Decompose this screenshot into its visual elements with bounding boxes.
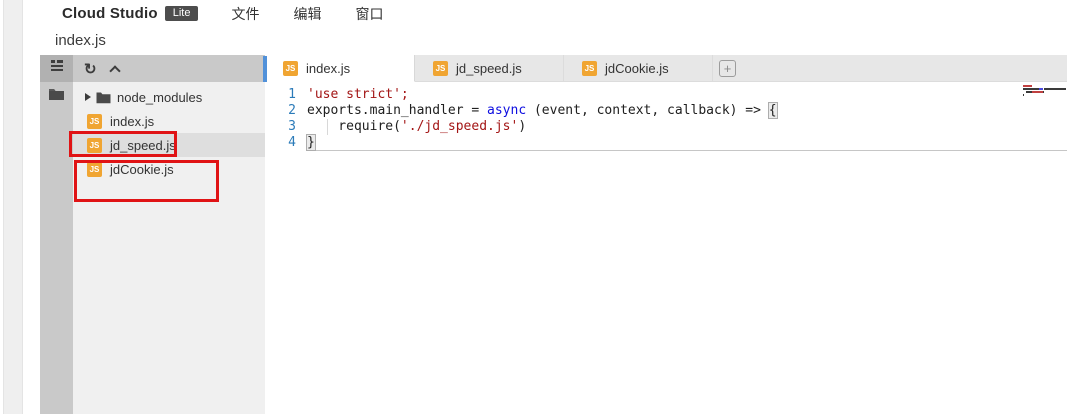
new-tab-cell: +	[713, 55, 759, 82]
new-tab-icon[interactable]: +	[719, 60, 736, 77]
file-explorer-panel: ↻ node_modulesJSindex.jsJSjd_speed.jsJSj…	[73, 55, 265, 414]
line-number: 3	[265, 119, 307, 135]
annotation-box-jdcookie	[74, 160, 219, 202]
lite-badge: Lite	[165, 6, 199, 21]
line-text: exports.main_handler = async (event, con…	[307, 103, 1067, 119]
annotation-box-jd-speed	[69, 131, 177, 157]
tab-jd_speed-js[interactable]: JS jd_speed.js	[415, 55, 564, 82]
code-lines: 1'use strict';2exports.main_handler = as…	[265, 87, 1067, 151]
line-text: }	[307, 135, 1067, 151]
tab-label: jd_speed.js	[456, 61, 522, 76]
line-text: 'use strict';	[307, 87, 1067, 103]
menu-item-0[interactable]: 文件	[231, 4, 259, 24]
tree-item-index-js[interactable]: JS index.js	[73, 109, 265, 133]
window-title-bar: index.js	[40, 27, 1067, 55]
tab-jdCookie-js[interactable]: JS jdCookie.js	[564, 55, 713, 82]
js-file-icon: JS	[582, 61, 597, 76]
menu-item-1[interactable]: 编辑	[293, 4, 321, 24]
tab-index-js[interactable]: JS index.js	[265, 55, 415, 82]
code-line-3: 3 require('./jd_speed.js')	[265, 119, 1067, 135]
folder-icon	[96, 91, 111, 104]
active-tab-indicator	[263, 56, 267, 82]
refresh-icon[interactable]: ↻	[84, 60, 97, 78]
folder-icon	[48, 87, 65, 106]
tree-view-icon	[49, 58, 65, 79]
menu-item-2[interactable]: 窗口	[355, 4, 383, 24]
code-editor[interactable]: 1'use strict';2exports.main_handler = as…	[265, 82, 1067, 414]
app-brand: Cloud Studio	[62, 5, 158, 22]
tab-label: index.js	[306, 61, 350, 76]
minimap-line	[1023, 85, 1065, 87]
tab-bar-filler	[759, 55, 1067, 82]
tree-item-label: index.js	[110, 114, 154, 129]
line-number: 2	[265, 103, 307, 119]
minimap-line	[1023, 91, 1065, 93]
js-file-icon: JS	[87, 114, 102, 129]
minimap-line	[1023, 88, 1065, 90]
window-title: index.js	[40, 27, 1067, 55]
tree-item-label: node_modules	[117, 90, 202, 105]
explorer-button[interactable]	[40, 82, 73, 110]
activity-bar	[40, 55, 73, 414]
tab-label: jdCookie.js	[605, 61, 669, 76]
code-line-4: 4}	[265, 135, 1067, 151]
cloud-studio-window: Cloud Studio Lite 文件 编辑 窗口 index.js	[0, 0, 1067, 414]
js-file-icon: JS	[433, 61, 448, 76]
collapsed-arrow-icon	[85, 93, 91, 101]
outer-left-gutter	[3, 0, 23, 414]
js-file-icon: JS	[283, 61, 298, 76]
line-number: 1	[265, 87, 307, 103]
tree-item-node_modules[interactable]: node_modules	[73, 85, 265, 109]
menu-items: 文件 编辑 窗口	[231, 4, 417, 24]
minimap[interactable]	[1023, 85, 1065, 97]
menu-bar: Cloud Studio Lite 文件 编辑 窗口	[40, 0, 1067, 27]
line-text: require('./jd_speed.js')	[307, 119, 1067, 135]
collapse-all-icon[interactable]	[109, 65, 120, 76]
code-line-1: 1'use strict';	[265, 87, 1067, 103]
line-number: 4	[265, 135, 307, 151]
tree-view-button[interactable]	[40, 55, 73, 82]
code-line-2: 2exports.main_handler = async (event, co…	[265, 103, 1067, 119]
explorer-toolbar: ↻	[73, 55, 265, 82]
editor-tab-bar: JS index.js JS jd_speed.js JS jdCookie.js +	[265, 55, 1067, 82]
indent-guide	[327, 119, 328, 135]
minimap-line	[1023, 94, 1065, 96]
